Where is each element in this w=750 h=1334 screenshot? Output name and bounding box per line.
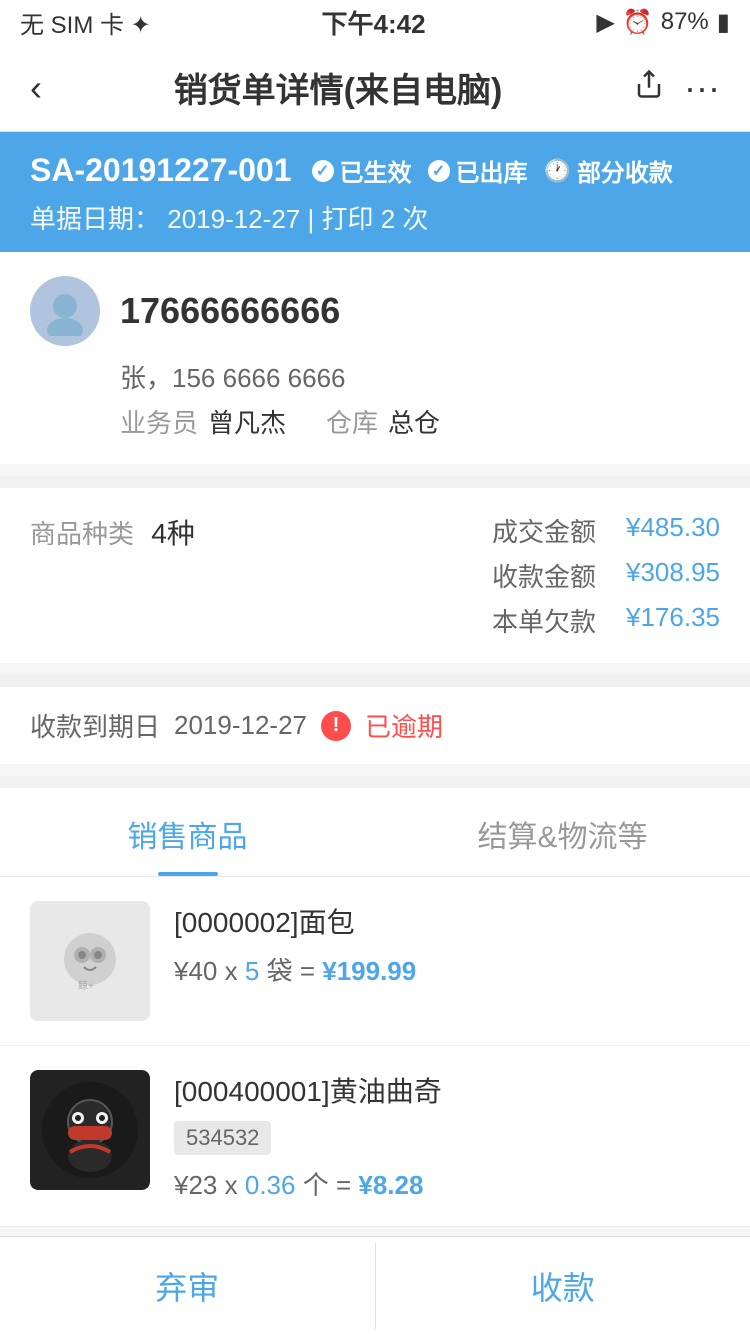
product-details-bread: [0000002]面包 ¥40 x 5 袋 = ¥199.99: [174, 901, 720, 988]
status-left: 无 SIM 卡 ✦: [20, 5, 151, 40]
battery-level: 87%: [661, 8, 709, 36]
location-icon: ▶: [596, 8, 614, 37]
product-price-cookies: ¥23 x 0.36 个 = ¥8.28: [174, 1165, 720, 1202]
badge-effective: ✓ 已生效: [312, 153, 412, 188]
amounts-info: 成交金额 ¥485.30 收款金额 ¥308.95 本单欠款 ¥176.35: [492, 512, 720, 639]
status-bar: 无 SIM 卡 ✦ 下午4:42 ▶ ⏰ 87% ▮: [0, 0, 750, 44]
customer-meta: 业务员 曾凡杰 仓库 总仓: [30, 403, 720, 440]
warehouse-value: 总仓: [388, 403, 440, 440]
order-header-banner: SA-20191227-001 ✓ 已生效 ✓ 已出库 🕐 部分收款 单据日期：…: [0, 132, 750, 252]
alarm-icon: ⏰: [623, 8, 653, 37]
status-time: 下午4:42: [322, 4, 426, 41]
product-item: [000400001]黄油曲奇 534532 ¥23 x 0.36 个 = ¥8…: [0, 1046, 750, 1227]
product-price-bread: ¥40 x 5 袋 = ¥199.99: [174, 951, 720, 988]
divider-2: [0, 675, 750, 687]
sim-status: 无 SIM 卡 ✦: [20, 5, 151, 40]
salesperson-label: 业务员: [120, 403, 198, 440]
category-info: 商品种类 4种: [30, 512, 195, 552]
status-badges: ✓ 已生效 ✓ 已出库 🕐 部分收款: [312, 153, 673, 188]
debt-amount-value: ¥176.35: [626, 602, 720, 639]
deal-amount-row: 成交金额 ¥485.30: [492, 512, 720, 549]
product-total-cookies: ¥8.28: [358, 1170, 423, 1200]
product-qty-cookies: 0.36: [245, 1170, 296, 1200]
product-name-cookies: [000400001]黄油曲奇: [174, 1070, 720, 1110]
debt-amount-label: 本单欠款: [492, 602, 596, 639]
category-label: 商品种类: [30, 519, 134, 549]
category-count: 4种: [151, 518, 195, 549]
status-right: ▶ ⏰ 87% ▮: [596, 8, 730, 37]
nav-left: ‹: [30, 67, 42, 109]
product-tag-cookies: 534532: [174, 1121, 271, 1155]
salesperson-info: 业务员 曾凡杰: [120, 403, 286, 440]
received-amount-row: 收款金额 ¥308.95: [492, 557, 720, 594]
product-qty-bread: 5: [245, 956, 259, 986]
summary-section: 商品种类 4种 成交金额 ¥485.30 收款金额 ¥308.95 本单欠款 ¥…: [0, 488, 750, 663]
debt-amount-row: 本单欠款 ¥176.35: [492, 602, 720, 639]
check-icon-2: ✓: [428, 160, 450, 182]
customer-top: 17666666666: [30, 276, 720, 346]
product-placeholder-bread: 鲸+: [30, 901, 150, 1021]
divider-1: [0, 476, 750, 488]
due-date-value: 2019-12-27: [174, 710, 307, 741]
received-amount-label: 收款金额: [492, 557, 596, 594]
page-title: 销货单详情(来自电脑): [174, 63, 503, 112]
product-name-bread: [0000002]面包: [174, 901, 720, 941]
salesperson-value: 曾凡杰: [208, 403, 286, 440]
divider-3: [0, 776, 750, 788]
product-image-bread: 鲸+: [30, 901, 150, 1021]
product-details-cookies: [000400001]黄油曲奇 534532 ¥23 x 0.36 个 = ¥8…: [174, 1070, 720, 1202]
product-image-cookies: [30, 1070, 150, 1190]
customer-section: 17666666666 张，156 6666 6666 业务员 曾凡杰 仓库 总…: [0, 252, 750, 464]
avatar: [30, 276, 100, 346]
bottom-actions: 弃审 收款: [0, 1236, 750, 1334]
svg-text:鲸+: 鲸+: [78, 979, 94, 992]
abandon-review-button[interactable]: 弃审: [0, 1243, 376, 1329]
nav-bar: ‹ 销货单详情(来自电脑) ···: [0, 44, 750, 132]
product-total-bread: ¥199.99: [322, 956, 416, 986]
back-button[interactable]: ‹: [30, 67, 42, 109]
collect-payment-button[interactable]: 收款: [376, 1243, 750, 1329]
battery-icon: ▮: [717, 8, 730, 37]
customer-name: 17666666666: [120, 290, 340, 332]
customer-contact: 张，156 6666 6666: [30, 358, 720, 395]
tab-sales-products[interactable]: 销售商品: [0, 788, 375, 876]
received-amount-value: ¥308.95: [626, 557, 720, 594]
due-date-section: 收款到期日 2019-12-27 ! 已逾期: [0, 687, 750, 764]
order-date: 单据日期： 2019-12-27 | 打印 2 次: [30, 199, 720, 236]
clock-icon: 🕐: [544, 158, 571, 184]
overdue-icon: !: [321, 711, 351, 741]
badge-shipped: ✓ 已出库: [428, 153, 528, 188]
more-icon[interactable]: ···: [684, 67, 720, 109]
warehouse-label: 仓库: [326, 403, 378, 440]
tabs-section: 销售商品 结算&物流等: [0, 788, 750, 877]
nav-right: ···: [634, 67, 720, 109]
tab-settlement-logistics[interactable]: 结算&物流等: [375, 788, 750, 876]
due-date-label: 收款到期日: [30, 707, 160, 744]
check-icon-1: ✓: [312, 160, 334, 182]
deal-amount-label: 成交金额: [492, 512, 596, 549]
warehouse-info: 仓库 总仓: [326, 403, 440, 440]
product-item: 鲸+ [0000002]面包 ¥40 x 5 袋 = ¥199.99: [0, 877, 750, 1046]
badge-partial-payment: 🕐 部分收款: [544, 153, 673, 188]
overdue-label: 已逾期: [365, 707, 443, 744]
share-icon[interactable]: [634, 69, 664, 107]
deal-amount-value: ¥485.30: [626, 512, 720, 549]
products-list: 鲸+ [0000002]面包 ¥40 x 5 袋 = ¥199.99: [0, 877, 750, 1227]
order-id: SA-20191227-001: [30, 152, 292, 189]
